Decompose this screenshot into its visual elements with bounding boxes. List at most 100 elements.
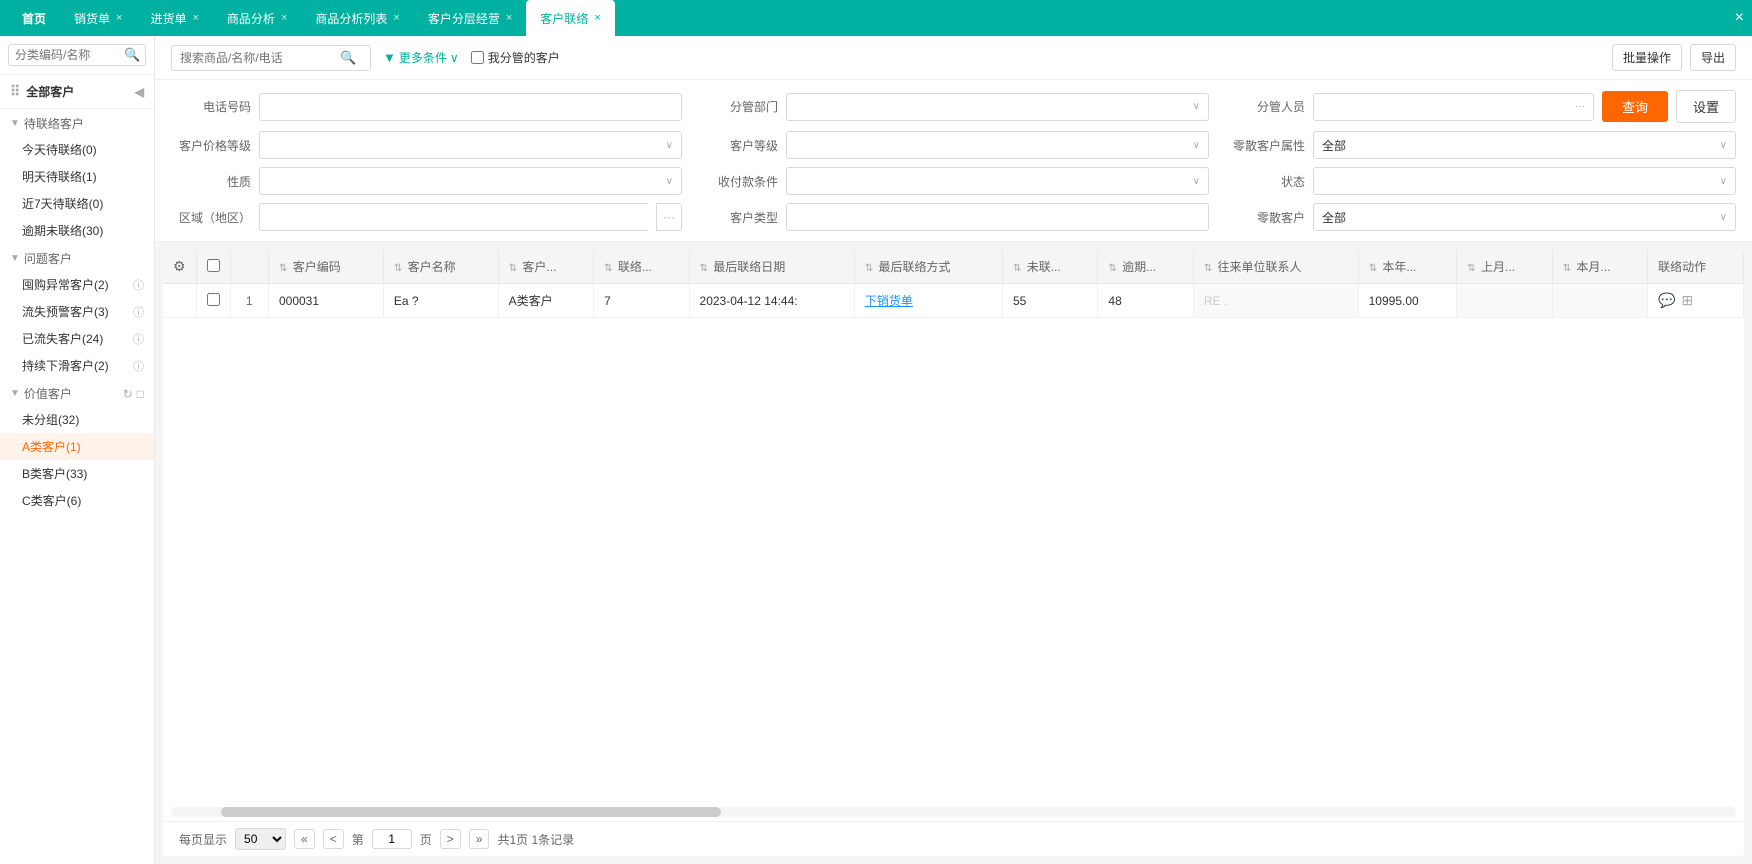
sidebar-item-class-b-label: B类客户(33) (22, 467, 87, 481)
grid-dots-icon: ⠿ (10, 83, 20, 100)
sidebar-item-class-a[interactable]: A类客户(1) (0, 433, 154, 460)
sidebar-item-today-pending[interactable]: 今天待联络(0) (0, 136, 154, 163)
query-button[interactable]: 查询 (1602, 91, 1668, 122)
select-all-checkbox[interactable] (207, 259, 220, 272)
region-dots-button[interactable]: ··· (656, 203, 682, 231)
filter-row-phone: 电话号码 (171, 90, 682, 123)
nav-tab-customer-layer-close[interactable]: × (506, 12, 512, 24)
payment-label: 收付款条件 (698, 173, 778, 190)
status-input[interactable]: ∨ (1313, 167, 1736, 195)
nav-tab-purchase-close[interactable]: × (192, 12, 198, 24)
sidebar-item-hoarding[interactable]: 囤购异常客户(2) ⓘ (0, 271, 154, 298)
sidebar-item-tomorrow-pending[interactable]: 明天待联络(1) (0, 163, 154, 190)
funnel-icon: ▼ (383, 50, 396, 65)
last-page-button[interactable]: » (469, 829, 490, 849)
nav-tab-analysis-label: 商品分析 (227, 10, 275, 27)
prev-page-button[interactable]: < (323, 829, 344, 849)
filter-search-input[interactable] (180, 51, 340, 65)
first-page-button[interactable]: « (294, 829, 315, 849)
per-page-select[interactable]: 50 100 200 (235, 828, 286, 850)
nav-tab-analysis-list[interactable]: 商品分析列表 × (301, 0, 413, 36)
manager-input[interactable]: ··· (1313, 93, 1594, 121)
value-refresh-icon[interactable]: ↻ (123, 387, 133, 401)
gear-icon[interactable]: ⚙ (173, 258, 186, 274)
td-this-year: 10995.00 (1358, 284, 1457, 318)
sidebar-item-class-b[interactable]: B类客户(33) (0, 460, 154, 487)
sidebar-item-ungrouped[interactable]: 未分组(32) (0, 406, 154, 433)
retail-attr-input[interactable]: 全部 ∨ (1313, 131, 1736, 159)
my-customers-label: 我分管的客户 (488, 49, 560, 66)
nav-tab-analysis-list-close[interactable]: × (393, 12, 399, 24)
nav-tab-purchase[interactable]: 进货单 × (136, 0, 212, 36)
td-num: 1 (230, 284, 268, 318)
td-checkbox (196, 284, 230, 318)
comment-action-icon[interactable]: 💬 (1658, 292, 1675, 309)
region-input[interactable] (259, 203, 648, 231)
nav-tab-customer-layer[interactable]: 客户分层经营 × (414, 0, 526, 36)
sidebar-item-class-c[interactable]: C类客户(6) (0, 487, 154, 514)
th-this-month: ⇅ 本月... (1552, 250, 1647, 284)
my-customers-filter[interactable]: 我分管的客户 (471, 49, 560, 66)
sidebar-search-icon[interactable]: 🔍 (124, 47, 140, 63)
customer-type-input[interactable] (786, 203, 1209, 231)
nav-tab-sales[interactable]: 销货单 × (60, 0, 136, 36)
last-contact-way[interactable]: 下销货单 (865, 294, 913, 308)
table-scroll[interactable]: ⚙ ⇅ 客户编码 ⇅ 客户名 (163, 250, 1744, 803)
scrollbar-thumb[interactable] (221, 807, 721, 817)
level-sort-icon: ⇅ (509, 263, 517, 274)
sidebar-item-declining[interactable]: 持续下滑客户(2) ⓘ (0, 352, 154, 379)
sidebar-item-7day-pending[interactable]: 近7天待联络(0) (0, 190, 154, 217)
nature-input[interactable]: ∨ (259, 167, 682, 195)
td-not-contacted: 55 (1002, 284, 1097, 318)
row-checkbox[interactable] (207, 293, 220, 306)
th-checkbox (196, 250, 230, 284)
sidebar-section-problem-label: 问题客户 (24, 250, 72, 267)
price-level-input[interactable]: ∨ (259, 131, 682, 159)
nav-tab-customer-contact-close[interactable]: × (594, 12, 600, 24)
sidebar-section-problem[interactable]: ▼ 问题客户 (0, 244, 154, 271)
nav-tab-home[interactable]: 首页 (8, 0, 60, 36)
nav-tab-analysis[interactable]: 商品分析 × (213, 0, 301, 36)
th-level: ⇅ 客户... (498, 250, 593, 284)
sidebar-item-overdue-pending[interactable]: 逾期未联络(30) (0, 217, 154, 244)
nav-tab-customer-contact[interactable]: 客户联络 × (526, 0, 614, 36)
dept-label: 分管部门 (698, 98, 778, 115)
batch-operation-button[interactable]: 批量操作 (1612, 44, 1682, 71)
dept-input[interactable]: ∨ (786, 93, 1209, 121)
my-customers-checkbox[interactable] (471, 51, 484, 64)
code-sort-icon: ⇅ (279, 263, 287, 274)
next-page-button[interactable]: > (440, 829, 461, 849)
region-label: 区域（地区） (171, 209, 251, 226)
nav-tab-sales-close[interactable]: × (116, 12, 122, 24)
sidebar-item-7day-pending-label: 近7天待联络(0) (22, 197, 103, 211)
th-num (230, 250, 268, 284)
sidebar-item-churned[interactable]: 已流失客户(24) ⓘ (0, 325, 154, 352)
filter-search-icon[interactable]: 🔍 (340, 50, 356, 66)
th-last-contact-date: ⇅ 最后联络日期 (689, 250, 854, 284)
horizontal-scrollbar[interactable] (171, 807, 1736, 817)
nature-label: 性质 (171, 173, 251, 190)
th-name-label: 客户名称 (408, 260, 456, 274)
td-name: Ea ? (383, 284, 498, 318)
sidebar-item-churn-warning-label: 流失预警客户(3) (22, 303, 109, 320)
payment-input[interactable]: ∨ (786, 167, 1209, 195)
not-contacted-sort-icon: ⇅ (1013, 263, 1021, 274)
customer-level-input[interactable]: ∨ (786, 131, 1209, 159)
value-settings-icon[interactable]: □ (137, 387, 144, 401)
close-all-tabs-button[interactable]: × (1735, 9, 1744, 27)
sidebar-collapse-icon[interactable]: ◀ (135, 85, 144, 99)
phone-input[interactable] (259, 93, 682, 121)
page-number-input[interactable] (372, 829, 412, 849)
customer-code: 000031 (279, 294, 319, 308)
filter-more-conditions[interactable]: ▼ 更多条件 ∨ (383, 49, 459, 66)
nav-tab-analysis-close[interactable]: × (281, 12, 287, 24)
retail-input[interactable]: 全部 ∨ (1313, 203, 1736, 231)
grid-action-icon[interactable]: ⊞ (1682, 292, 1694, 309)
page-label-text: 第 (352, 831, 364, 848)
th-last-month: ⇅ 上月... (1457, 250, 1552, 284)
settings-button[interactable]: 设置 (1676, 90, 1736, 123)
sidebar-item-churn-warning[interactable]: 流失预警客户(3) ⓘ (0, 298, 154, 325)
export-button[interactable]: 导出 (1690, 44, 1736, 71)
retail-attr-label: 零散客户属性 (1225, 137, 1305, 154)
sidebar-section-pending[interactable]: ▼ 待联络客户 (0, 109, 154, 136)
